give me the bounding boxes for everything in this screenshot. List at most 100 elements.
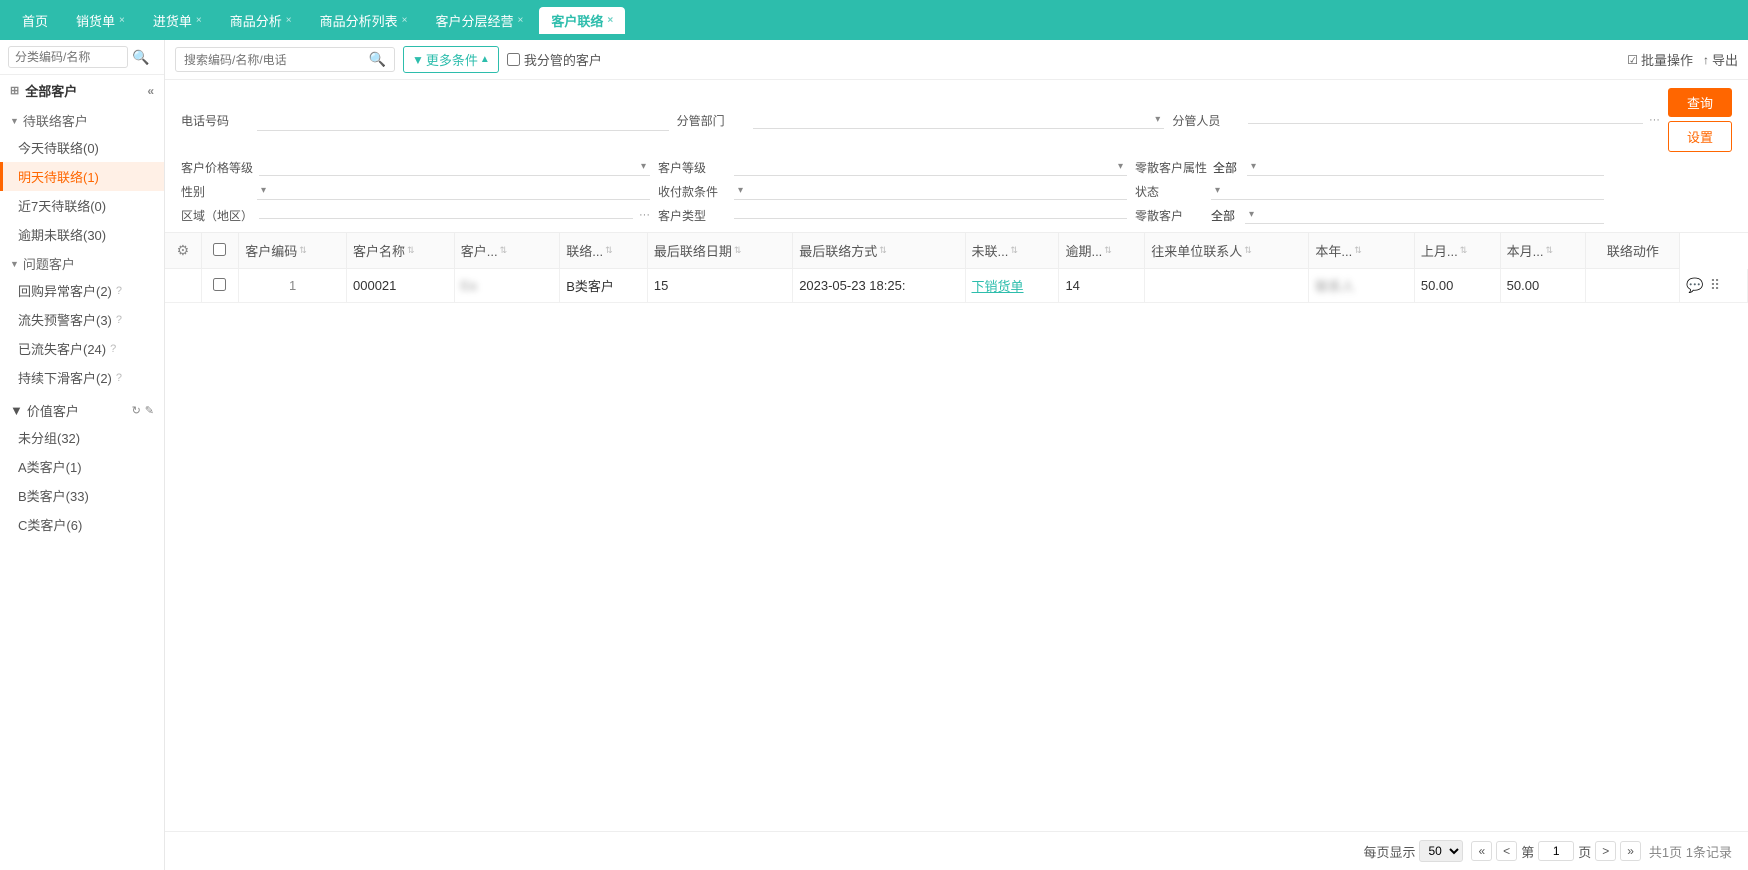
filter-label: 更多条件 xyxy=(426,50,478,69)
sidebar-problem-group[interactable]: ▼ 问题客户 xyxy=(0,249,164,276)
nav-close-icon[interactable]: × xyxy=(286,15,292,26)
sidebar-search-input[interactable] xyxy=(8,46,128,68)
search-icon[interactable]: 🔍 xyxy=(369,51,386,68)
sidebar-item-label: 流失预警客户(3) xyxy=(18,310,112,329)
refresh-icon[interactable]: ↻ xyxy=(132,404,141,417)
nav-home[interactable]: 首页 xyxy=(10,7,60,34)
td-checkbox[interactable] xyxy=(201,269,239,303)
nav-close-icon[interactable]: × xyxy=(517,15,523,26)
nav-close-icon[interactable]: × xyxy=(607,15,613,26)
sidebar-item-declining[interactable]: 持续下滑客户(2) ? xyxy=(0,363,164,392)
batch-op-label: 批量操作 xyxy=(1641,50,1693,69)
th-last-date[interactable]: 最后联络日期⇅ xyxy=(647,233,792,269)
customer-level-label: 客户等级 xyxy=(658,159,728,176)
sort-icon: ⇅ xyxy=(734,245,742,256)
price-level-select[interactable]: ▾ xyxy=(259,158,650,176)
retail-customer-select[interactable]: ▾ xyxy=(1245,206,1604,224)
sidebar-item-c-class[interactable]: C类客户(6) xyxy=(0,510,164,539)
th-action: 联络动作 xyxy=(1586,233,1680,269)
th-type[interactable]: 客户...⇅ xyxy=(454,233,559,269)
grid-icon: ⊞ xyxy=(10,84,19,97)
sidebar-item-repurchase-abnormal[interactable]: 回购异常客户(2) ? xyxy=(0,276,164,305)
sidebar-collapse-icon[interactable]: « xyxy=(147,84,154,98)
prev-page-btn[interactable]: < xyxy=(1496,841,1517,861)
th-code[interactable]: 客户编码⇅ xyxy=(239,233,347,269)
sidebar-item-b-class[interactable]: B类客户(33) xyxy=(0,481,164,510)
filter-btn[interactable]: ▼ 更多条件 ▲ xyxy=(403,46,499,73)
filter-retail-customer: 零散客户 全部 ▾ xyxy=(1135,206,1604,224)
th-gear[interactable]: ⚙ xyxy=(165,233,201,269)
nav-close-icon[interactable]: × xyxy=(119,15,125,26)
sidebar-item-overdue[interactable]: 逾期未联络(30) xyxy=(0,220,164,249)
edit-icon[interactable]: ✎ xyxy=(145,404,154,417)
th-this-month[interactable]: 本月...⇅ xyxy=(1500,233,1586,269)
sidebar-item-ungrouped[interactable]: 未分组(32) xyxy=(0,423,164,452)
customer-type-select[interactable] xyxy=(734,212,1127,219)
qr-icon[interactable]: ⠿ xyxy=(1710,277,1720,294)
page-input[interactable] xyxy=(1538,841,1574,861)
td-last-method[interactable]: 下销货单 xyxy=(965,269,1059,303)
sidebar-all-customers[interactable]: ⊞ 全部客户 « xyxy=(0,75,164,106)
sidebar-value-group[interactable]: ▼ 价值客户 ↻ ✎ xyxy=(0,396,164,423)
region-select[interactable] xyxy=(259,212,633,219)
select-all-checkbox[interactable] xyxy=(213,243,226,256)
first-page-btn[interactable]: « xyxy=(1471,841,1492,861)
row-checkbox[interactable] xyxy=(213,278,226,291)
region-ellipsis[interactable]: ··· xyxy=(639,209,650,221)
last-page-btn[interactable]: » xyxy=(1620,841,1641,861)
th-last-method[interactable]: 最后联络方式⇅ xyxy=(793,233,965,269)
dept-select[interactable]: ▾ xyxy=(753,111,1165,129)
status-select[interactable]: ▾ xyxy=(1211,182,1604,200)
nav-customer-stratification[interactable]: 客户分层经营 × xyxy=(423,7,535,34)
export-icon: ↑ xyxy=(1703,53,1709,67)
th-unit-contact[interactable]: 往来单位联系人⇅ xyxy=(1145,233,1309,269)
toolbar-right: ☑ 批量操作 ↑ 导出 xyxy=(1627,50,1738,69)
sidebar-item-tomorrow[interactable]: 明天待联络(1) xyxy=(0,162,164,191)
query-button[interactable]: 查询 xyxy=(1668,88,1732,117)
th-this-year[interactable]: 本年...⇅ xyxy=(1309,233,1414,269)
sort-icon: ⇅ xyxy=(1104,245,1112,256)
th-checkbox[interactable] xyxy=(201,233,239,269)
set-button[interactable]: 设置 xyxy=(1668,121,1732,152)
customer-level-select[interactable]: ▾ xyxy=(734,158,1127,176)
nav-customer-contact[interactable]: 客户联络 × xyxy=(539,7,625,34)
last-method-link[interactable]: 下销货单 xyxy=(972,279,1024,294)
customer-name-blurred: Ea xyxy=(461,278,521,293)
th-contact-count[interactable]: 联络...⇅ xyxy=(560,233,648,269)
sidebar-item-7days[interactable]: 近7天待联络(0) xyxy=(0,191,164,220)
batch-op-btn[interactable]: ☑ 批量操作 xyxy=(1627,50,1693,69)
retail-attr-select[interactable]: ▾ xyxy=(1247,158,1604,176)
sidebar-search-icon[interactable]: 🔍 xyxy=(132,49,149,66)
th-unlinked[interactable]: 未联...⇅ xyxy=(965,233,1059,269)
th-label: 客户... xyxy=(461,241,498,260)
sidebar-item-a-class[interactable]: A类客户(1) xyxy=(0,452,164,481)
nav-close-icon[interactable]: × xyxy=(402,15,408,26)
nav-purchase-order[interactable]: 进货单 × xyxy=(141,7,214,34)
nav-product-analysis-list[interactable]: 商品分析列表 × xyxy=(308,7,420,34)
payment-select[interactable]: ▾ xyxy=(734,182,1127,200)
sidebar-pending-group[interactable]: ▼ 待联络客户 xyxy=(0,106,164,133)
my-customer-checkbox[interactable] xyxy=(507,53,520,66)
th-name[interactable]: 客户名称⇅ xyxy=(347,233,455,269)
page-current: 第 页 xyxy=(1521,841,1591,861)
settings-icon[interactable]: ⚙ xyxy=(177,242,190,258)
next-page-btn[interactable]: > xyxy=(1595,841,1616,861)
phone-input[interactable] xyxy=(257,110,669,131)
nav-sales-order[interactable]: 销货单 × xyxy=(64,7,137,34)
all-customers-label: 全部客户 xyxy=(25,81,77,100)
nav-product-analysis[interactable]: 商品分析 × xyxy=(218,7,304,34)
th-last-month[interactable]: 上月...⇅ xyxy=(1414,233,1500,269)
message-icon[interactable]: 💬 xyxy=(1686,277,1703,294)
person-ellipsis[interactable]: ··· xyxy=(1649,114,1660,126)
sidebar-item-today[interactable]: 今天待联络(0) xyxy=(0,133,164,162)
per-page-select[interactable]: 50 xyxy=(1419,840,1463,862)
table-row: 1 000021 Ea B类客户 15 2023-05-23 18:25: 下销… xyxy=(165,269,1748,303)
person-select[interactable] xyxy=(1248,117,1643,124)
th-overdue[interactable]: 逾期...⇅ xyxy=(1059,233,1145,269)
search-input[interactable] xyxy=(184,53,365,67)
nav-close-icon[interactable]: × xyxy=(196,15,202,26)
sidebar-item-churn-warning[interactable]: 流失预警客户(3) ? xyxy=(0,305,164,334)
sidebar-item-churned[interactable]: 已流失客户(24) ? xyxy=(0,334,164,363)
gender-select[interactable]: ▾ xyxy=(257,182,650,200)
export-btn[interactable]: ↑ 导出 xyxy=(1703,50,1738,69)
